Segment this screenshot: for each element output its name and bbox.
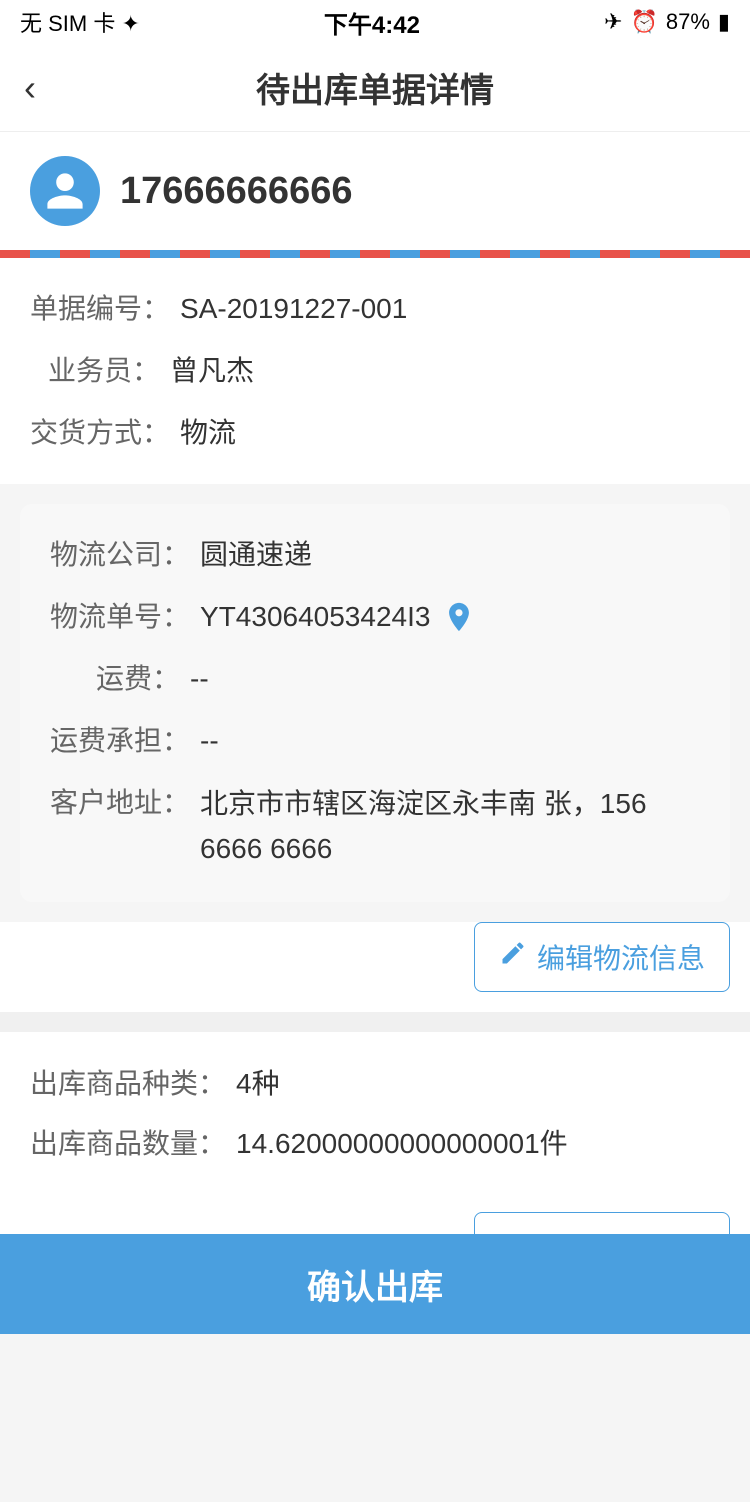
tracking-number-value: YT43064053424I3 (200, 596, 700, 638)
document-number-row: 单据编号： SA-20191227-001 (30, 288, 720, 330)
goods-section: 出库商品种类： 4种 出库商品数量： 14.62000000000000001件 (0, 1032, 750, 1192)
logistics-company-value: 圆通速递 (200, 534, 700, 576)
delivery-method-value: 物流 (180, 412, 720, 454)
sim-status: 无 SIM 卡 ✦ (20, 6, 140, 38)
goods-type-row: 出库商品种类： 4种 (30, 1062, 720, 1102)
address-value: 北京市市辖区海淀区永丰南 张，156 6666 6666 (200, 782, 700, 872)
document-number-label: 单据编号： (30, 288, 170, 330)
sales-person-value: 曾凡杰 (170, 350, 720, 392)
nav-bar: ‹ 待出库单据详情 (0, 44, 750, 132)
goods-quantity-row: 出库商品数量： 14.62000000000000001件 (30, 1122, 720, 1162)
freight-bearer-row: 运费承担： -- (50, 720, 700, 762)
freight-bearer-value: -- (200, 720, 700, 762)
battery-status: 87% (666, 9, 710, 35)
tracking-number-label: 物流单号： (50, 596, 190, 638)
freight-row: 运费： -- (50, 658, 700, 700)
goods-type-label: 出库商品种类： (30, 1062, 226, 1102)
sales-person-row: 业务员： 曾凡杰 (30, 350, 720, 392)
tracking-location-icon[interactable] (442, 600, 476, 634)
status-bar: 无 SIM 卡 ✦ 下午4:42 ✈ ⏰ 87% ▮ (0, 0, 750, 44)
avatar (30, 156, 100, 226)
confirm-button-label: 确认出库 (307, 1260, 443, 1309)
location-indicator: ✈ (604, 9, 622, 35)
status-bar-right: ✈ ⏰ 87% ▮ (604, 9, 730, 35)
order-info-section: 单据编号： SA-20191227-001 业务员： 曾凡杰 交货方式： 物流 (0, 258, 750, 484)
alarm-icon: ⏰ (630, 9, 657, 35)
document-number-value: SA-20191227-001 (180, 288, 720, 330)
customer-header: 17666666666 (0, 132, 750, 250)
address-row: 客户地址： 北京市市辖区海淀区永丰南 张，156 6666 6666 (50, 782, 700, 872)
delivery-method-row: 交货方式： 物流 (30, 412, 720, 454)
status-bar-left: 无 SIM 卡 ✦ (20, 6, 140, 38)
goods-quantity-label: 出库商品数量： (30, 1122, 226, 1162)
logistics-company-row: 物流公司： 圆通速递 (50, 534, 700, 576)
freight-value: -- (190, 658, 700, 700)
delivery-method-label: 交货方式： (30, 412, 170, 454)
freight-label: 运费： (50, 658, 180, 700)
tracking-number-row: 物流单号： YT43064053424I3 (50, 596, 700, 638)
edit-logistics-label: 编辑物流信息 (537, 937, 705, 977)
dashed-divider (0, 250, 750, 258)
address-label: 客户地址： (50, 782, 190, 824)
battery-icon: ▮ (718, 9, 730, 35)
edit-btn-container: 编辑物流信息 (0, 922, 750, 1012)
logistics-company-label: 物流公司： (50, 534, 190, 576)
user-icon (43, 169, 87, 213)
back-button[interactable]: ‹ (24, 67, 36, 109)
freight-bearer-label: 运费承担： (50, 720, 190, 762)
page-title: 待出库单据详情 (256, 63, 494, 112)
sales-person-label: 业务员： (30, 350, 160, 392)
confirm-button[interactable]: 确认出库 (0, 1234, 750, 1334)
logistics-card: 物流公司： 圆通速递 物流单号： YT43064053424I3 运费： -- … (20, 504, 730, 902)
edit-logistics-button[interactable]: 编辑物流信息 (474, 922, 730, 992)
edit-icon (499, 939, 527, 974)
customer-phone: 17666666666 (120, 170, 352, 213)
section-separator (0, 1012, 750, 1032)
goods-type-value: 4种 (236, 1062, 280, 1102)
goods-quantity-value: 14.62000000000000001件 (236, 1122, 568, 1162)
status-bar-time: 下午4:42 (324, 5, 420, 40)
